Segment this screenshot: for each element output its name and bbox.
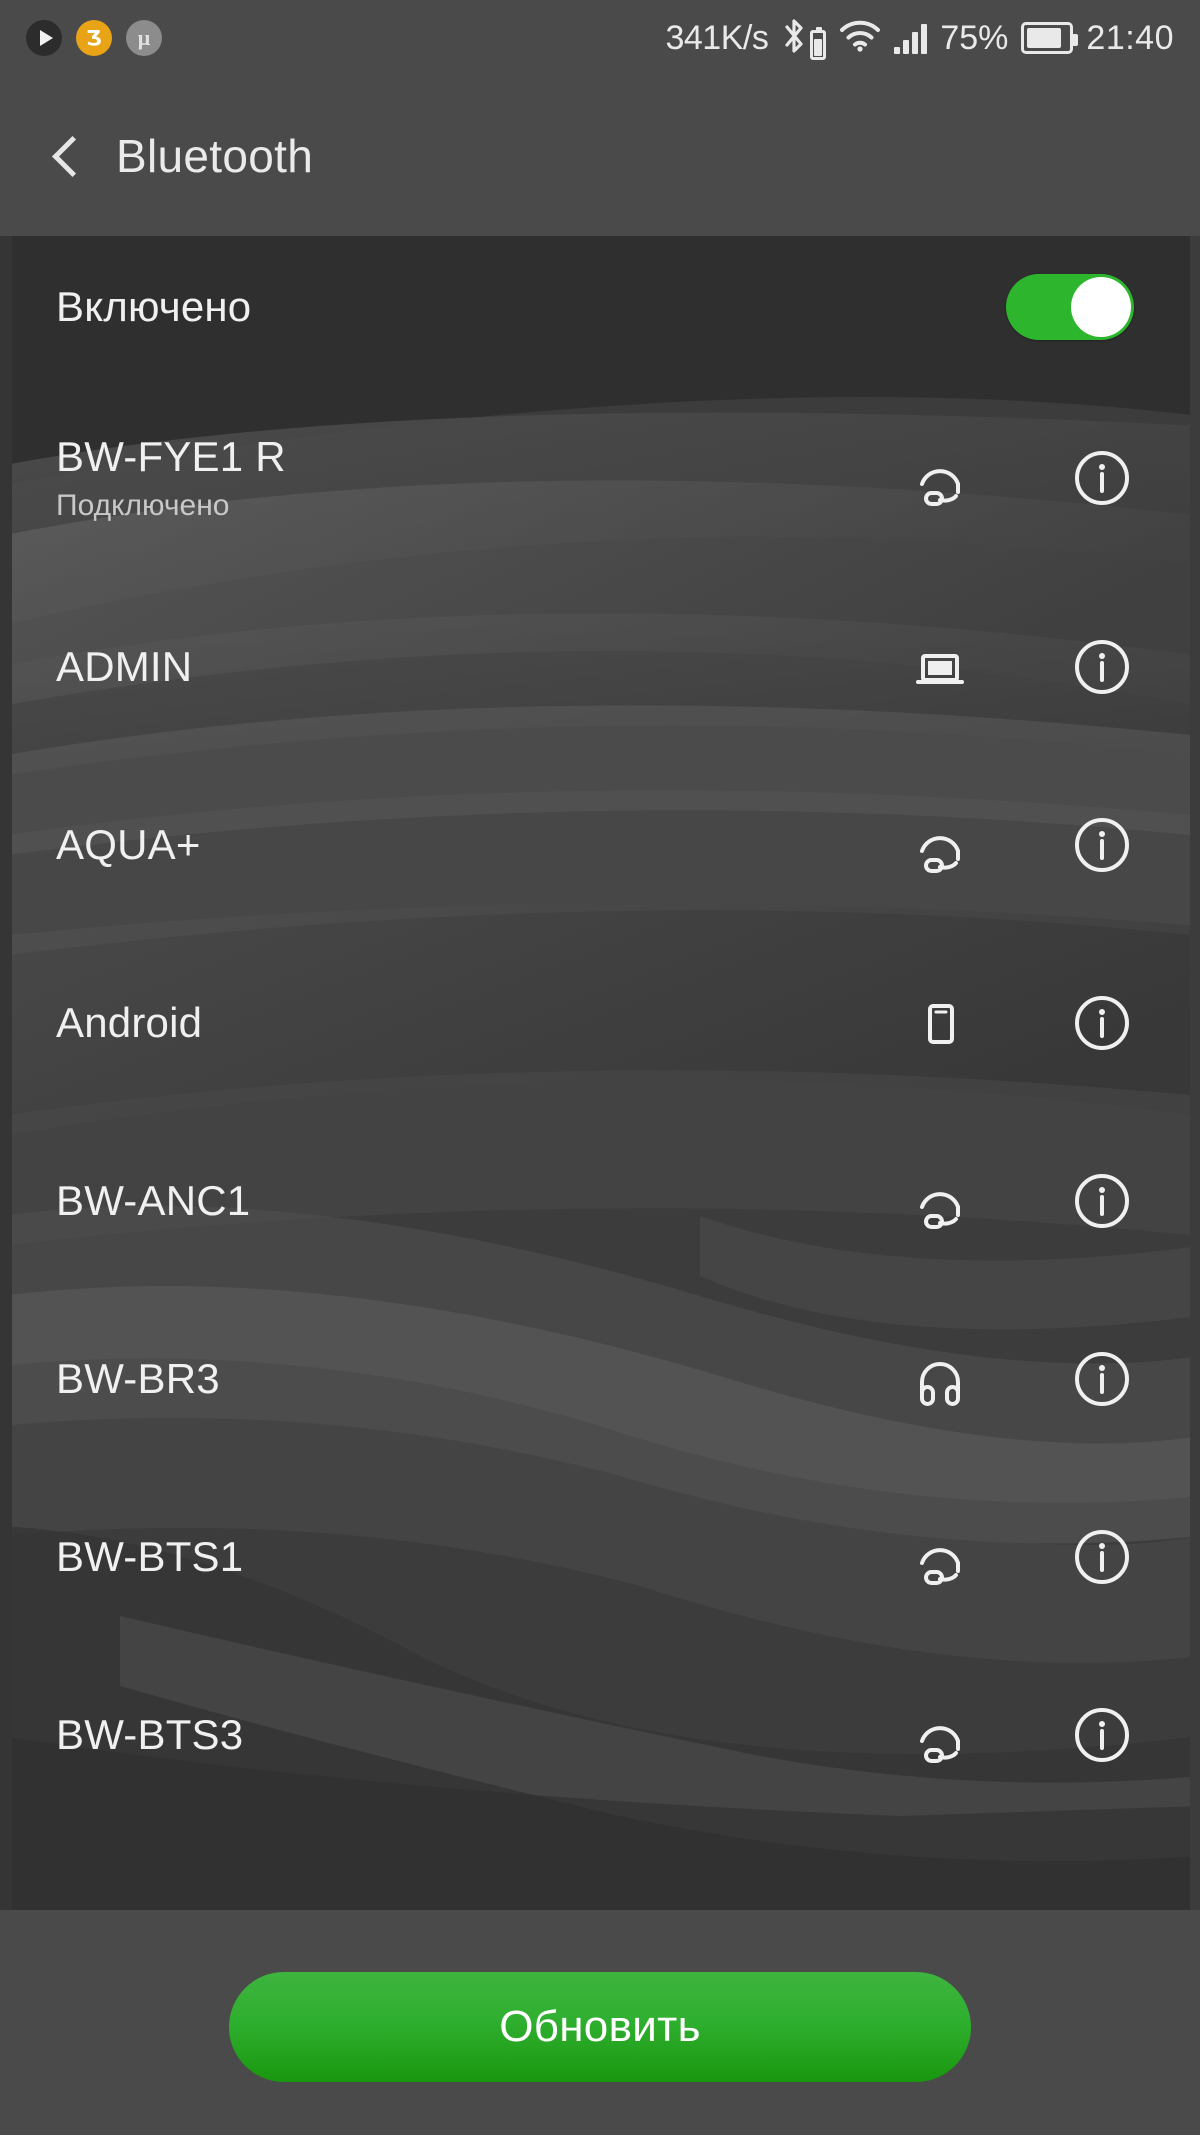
device-name: BW-BR3 — [56, 1355, 220, 1402]
network-speed-label: 341K/s — [665, 18, 769, 57]
headset-icon[interactable] — [908, 1703, 972, 1767]
device-actions — [908, 1703, 1144, 1767]
device-name: BW-BTS1 — [56, 1533, 244, 1580]
device-name: ADMIN — [56, 643, 193, 690]
headphones-icon[interactable] — [908, 1347, 972, 1411]
bluetooth-icon — [781, 17, 807, 60]
device-texts: BW-BTS1 — [56, 1533, 243, 1581]
bluetooth-enabled-actions — [1006, 274, 1144, 340]
action-bar: Bluetooth — [0, 76, 1200, 236]
bluetooth-status-group — [781, 17, 827, 60]
status-bar-system-icons: 341K/s 75% 21:40 — [665, 17, 1174, 60]
device-actions — [908, 991, 1144, 1055]
status-bar: Ʒ μ 341K/s 75% 21:40 — [0, 0, 1200, 76]
device-texts: BW-BR3 — [56, 1355, 220, 1403]
info-icon[interactable] — [1070, 1525, 1134, 1589]
bluetooth-device-battery-icon — [810, 26, 827, 60]
headset-icon[interactable] — [908, 1169, 972, 1233]
footer-bar: Обновить — [0, 1910, 1200, 2135]
bluetooth-settings-screen: Ʒ μ 341K/s 75% 21:40 Bluetooth Включено … — [0, 0, 1200, 2135]
device-row-bw-anc1[interactable]: BW-ANC1 — [56, 1112, 1144, 1290]
battery-percent-label: 75% — [940, 18, 1009, 57]
device-actions — [908, 1525, 1144, 1589]
device-row-bw-bts3[interactable]: BW-BTS3 — [56, 1646, 1144, 1824]
device-actions — [908, 813, 1144, 877]
device-texts: AQUA+ — [56, 821, 201, 869]
info-icon[interactable] — [1070, 1703, 1134, 1767]
status-bar-notification-icons: Ʒ μ — [26, 20, 162, 56]
device-texts: BW-FYE1 R Подключено — [56, 433, 286, 523]
device-row-admin[interactable]: ADMIN — [56, 578, 1144, 756]
bluetooth-enabled-label: Включено — [56, 283, 252, 330]
device-actions — [908, 1169, 1144, 1233]
info-icon[interactable] — [1070, 813, 1134, 877]
device-texts: BW-ANC1 — [56, 1177, 250, 1225]
info-icon[interactable] — [1070, 1347, 1134, 1411]
bluetooth-enabled-row[interactable]: Включено — [56, 236, 1144, 378]
device-texts: Android — [56, 999, 202, 1047]
device-name: BW-BTS3 — [56, 1711, 244, 1758]
device-name: Android — [56, 999, 203, 1046]
info-icon[interactable] — [1070, 1169, 1134, 1233]
amber-app-icon: Ʒ — [76, 20, 112, 56]
device-texts: ADMIN — [56, 643, 192, 691]
device-row-android[interactable]: Android — [56, 934, 1144, 1112]
device-actions — [908, 446, 1144, 510]
back-chevron-icon[interactable] — [46, 137, 84, 175]
device-status: Подключено — [56, 489, 230, 522]
cellular-signal-icon — [894, 22, 928, 54]
device-row-aqua-plus[interactable]: AQUA+ — [56, 756, 1144, 934]
info-icon[interactable] — [1070, 446, 1134, 510]
info-icon[interactable] — [1070, 635, 1134, 699]
device-texts: BW-BTS3 — [56, 1711, 243, 1759]
bluetooth-list: Включено BW-FYE1 R Подключено ADMIN AQUA… — [0, 236, 1200, 1910]
page-title: Bluetooth — [116, 130, 314, 182]
wifi-icon — [839, 20, 881, 57]
toggle-knob — [1071, 277, 1131, 337]
device-row-bw-fye1-r[interactable]: BW-FYE1 R Подключено — [56, 378, 1144, 578]
device-name: BW-ANC1 — [56, 1177, 251, 1224]
bluetooth-content-area: Включено BW-FYE1 R Подключено ADMIN AQUA… — [0, 236, 1200, 1910]
laptop-icon[interactable] — [908, 635, 972, 699]
device-actions — [908, 1347, 1144, 1411]
phone-icon[interactable] — [908, 991, 972, 1055]
refresh-button[interactable]: Обновить — [229, 1972, 971, 2082]
headset-icon[interactable] — [908, 813, 972, 877]
device-actions — [908, 635, 1144, 699]
headset-icon[interactable] — [908, 1525, 972, 1589]
bluetooth-enabled-texts: Включено — [56, 283, 251, 331]
device-row-bw-bts1[interactable]: BW-BTS1 — [56, 1468, 1144, 1646]
info-icon[interactable] — [1070, 991, 1134, 1055]
utorrent-app-icon: μ — [126, 20, 162, 56]
clock-label: 21:40 — [1086, 18, 1174, 57]
battery-icon — [1021, 22, 1079, 54]
headset-icon[interactable] — [908, 446, 972, 510]
bluetooth-toggle-switch[interactable] — [1006, 274, 1134, 340]
device-name: BW-FYE1 R — [56, 433, 286, 480]
device-name: AQUA+ — [56, 821, 201, 868]
play-app-icon — [26, 20, 62, 56]
device-row-bw-br3[interactable]: BW-BR3 — [56, 1290, 1144, 1468]
